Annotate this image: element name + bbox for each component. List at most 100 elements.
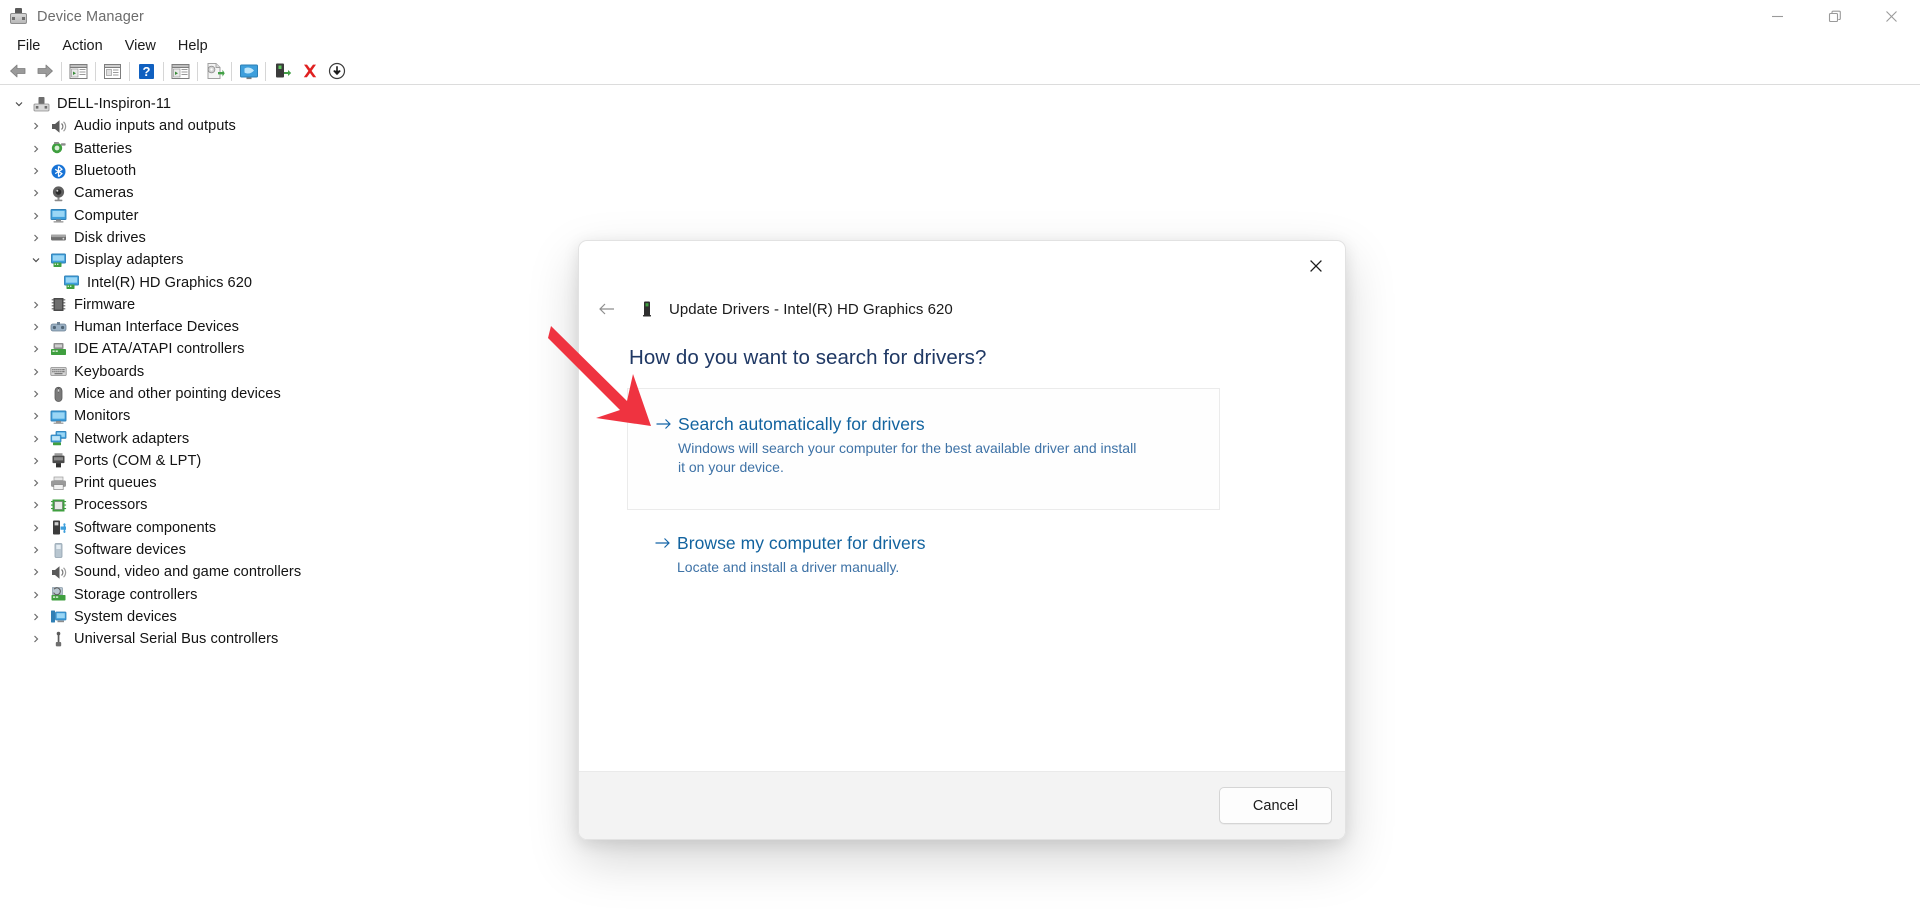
- tree-item-firmware[interactable]: Firmware: [0, 294, 620, 316]
- tree-item-label: Processors: [74, 497, 148, 514]
- tree-item-label: Firmware: [74, 296, 136, 313]
- chevron-right-icon[interactable]: [25, 121, 47, 131]
- tree-item-dell-inspiron-11[interactable]: DELL-Inspiron-11: [0, 93, 620, 115]
- tree-item-software-components[interactable]: Software components: [0, 517, 620, 539]
- tree-item-ide-ata-atapi-controllers[interactable]: IDE ATA/ATAPI controllers: [0, 338, 620, 360]
- tree-item-processors[interactable]: Processors: [0, 494, 620, 516]
- tree-item-label: Software devices: [74, 542, 186, 559]
- dialog-question: How do you want to search for drivers?: [629, 346, 987, 369]
- tree-item-disk-drives[interactable]: Disk drives: [0, 227, 620, 249]
- tree-item-universal-serial-bus-controllers[interactable]: Universal Serial Bus controllers: [0, 628, 620, 650]
- dialog-close-button[interactable]: [1297, 249, 1335, 283]
- chevron-right-icon[interactable]: [25, 188, 47, 198]
- uninstall-device-button[interactable]: [296, 59, 323, 83]
- help-button[interactable]: ?: [133, 59, 160, 83]
- tree-item-cameras[interactable]: Cameras: [0, 182, 620, 204]
- tree-item-label: Disk drives: [74, 229, 146, 246]
- monitor-icon: [47, 207, 69, 225]
- tree-item-mice-and-other-pointing-devices[interactable]: Mice and other pointing devices: [0, 383, 620, 405]
- tree-item-sound-video-and-game-controllers[interactable]: Sound, video and game controllers: [0, 561, 620, 583]
- chevron-right-icon[interactable]: [25, 233, 47, 243]
- chevron-right-icon[interactable]: [25, 590, 47, 600]
- tree-item-audio-inputs-and-outputs[interactable]: Audio inputs and outputs: [0, 115, 620, 137]
- chevron-right-icon[interactable]: [25, 456, 47, 466]
- menu-help[interactable]: Help: [167, 36, 219, 56]
- firmware-chip-icon: [47, 296, 69, 314]
- tree-item-label: Display adapters: [74, 252, 184, 269]
- back-button[interactable]: [4, 59, 31, 83]
- tree-item-label: Software components: [74, 519, 217, 536]
- tree-item-label: Computer: [74, 207, 139, 224]
- chevron-right-icon[interactable]: [25, 634, 47, 644]
- update-drivers-dialog: Update Drivers - Intel(R) HD Graphics 62…: [578, 240, 1346, 840]
- tree-item-label: Bluetooth: [74, 163, 137, 180]
- tree-item-monitors[interactable]: Monitors: [0, 405, 620, 427]
- show-hide-action-pane-button[interactable]: [167, 59, 194, 83]
- chevron-right-icon[interactable]: [25, 144, 47, 154]
- show-hide-console-tree-button[interactable]: [65, 59, 92, 83]
- tree-item-label: System devices: [74, 608, 177, 625]
- chevron-right-icon[interactable]: [25, 300, 47, 310]
- tree-item-label: Universal Serial Bus controllers: [74, 631, 279, 648]
- software-component-icon: [47, 519, 69, 537]
- chevron-right-icon[interactable]: [25, 478, 47, 488]
- chevron-right-icon[interactable]: [25, 523, 47, 533]
- chevron-down-icon[interactable]: [25, 255, 47, 265]
- speaker-icon: [47, 563, 69, 581]
- tree-item-display-adapters[interactable]: Display adapters: [0, 249, 620, 271]
- tree-item-intel-hd-graphics-620[interactable]: Intel(R) HD Graphics 620: [0, 271, 620, 293]
- tree-item-ports-com-and-lpt[interactable]: Ports (COM & LPT): [0, 450, 620, 472]
- close-button[interactable]: [1863, 0, 1920, 33]
- chevron-right-icon[interactable]: [25, 434, 47, 444]
- tree-item-label: Ports (COM & LPT): [74, 452, 202, 469]
- tree-item-storage-controllers[interactable]: Storage controllers: [0, 584, 620, 606]
- chevron-right-icon[interactable]: [25, 545, 47, 555]
- maximize-button[interactable]: [1806, 0, 1863, 33]
- printer-icon: [47, 474, 69, 492]
- chevron-right-icon[interactable]: [25, 166, 47, 176]
- chevron-right-icon[interactable]: [25, 500, 47, 510]
- chevron-right-icon[interactable]: [25, 344, 47, 354]
- chevron-down-icon[interactable]: [8, 99, 30, 109]
- tree-item-software-devices[interactable]: Software devices: [0, 539, 620, 561]
- usb-icon: [47, 630, 69, 648]
- tree-item-human-interface-devices[interactable]: Human Interface Devices: [0, 316, 620, 338]
- toolbar-divider: [0, 84, 1920, 85]
- tree-item-label: Cameras: [74, 185, 134, 202]
- menu-file[interactable]: File: [6, 36, 51, 56]
- cancel-button[interactable]: Cancel: [1219, 787, 1332, 824]
- tree-item-bluetooth[interactable]: Bluetooth: [0, 160, 620, 182]
- tree-item-system-devices[interactable]: System devices: [0, 606, 620, 628]
- minimize-button[interactable]: [1749, 0, 1806, 33]
- chevron-right-icon[interactable]: [25, 367, 47, 377]
- disk-drive-icon: [47, 229, 69, 247]
- scan-hardware-changes-button[interactable]: [235, 59, 262, 83]
- port-icon: [47, 452, 69, 470]
- chevron-right-icon[interactable]: [25, 389, 47, 399]
- forward-button[interactable]: [31, 59, 58, 83]
- chevron-right-icon[interactable]: [25, 567, 47, 577]
- tree-item-network-adapters[interactable]: Network adapters: [0, 427, 620, 449]
- option-title: Search automatically for drivers: [678, 414, 925, 434]
- properties-button[interactable]: [99, 59, 126, 83]
- back-arrow-icon[interactable]: [592, 294, 622, 324]
- menu-action[interactable]: Action: [51, 36, 113, 56]
- enable-device-button[interactable]: [269, 59, 296, 83]
- browse-my-computer-option[interactable]: Browse my computer for drivers Locate an…: [627, 510, 1220, 597]
- update-driver-button[interactable]: [201, 59, 228, 83]
- menu-view[interactable]: View: [114, 36, 167, 56]
- chevron-right-icon[interactable]: [25, 322, 47, 332]
- search-automatically-option[interactable]: Search automatically for drivers Windows…: [627, 388, 1220, 510]
- hid-icon: [47, 318, 69, 336]
- chevron-right-icon[interactable]: [25, 211, 47, 221]
- tree-item-keyboards[interactable]: Keyboards: [0, 361, 620, 383]
- tree-item-print-queues[interactable]: Print queues: [0, 472, 620, 494]
- tree-item-batteries[interactable]: Batteries: [0, 138, 620, 160]
- tree-item-label: Print queues: [74, 475, 157, 492]
- chevron-right-icon[interactable]: [25, 612, 47, 622]
- disable-device-button[interactable]: [323, 59, 350, 83]
- computer-root-icon: [30, 95, 52, 113]
- tree-item-computer[interactable]: Computer: [0, 204, 620, 226]
- chevron-right-icon[interactable]: [25, 411, 47, 421]
- toolbar: ?: [0, 58, 1920, 84]
